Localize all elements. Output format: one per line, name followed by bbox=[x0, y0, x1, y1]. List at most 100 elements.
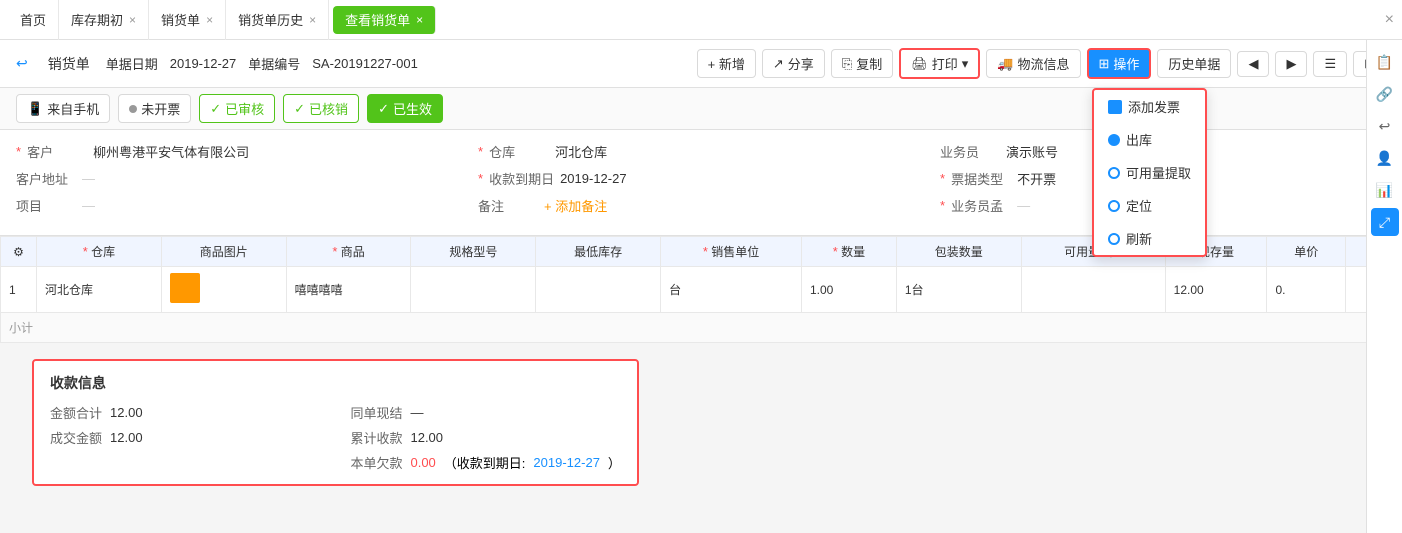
close-tab-sales-history[interactable]: × bbox=[309, 13, 316, 27]
tab-inventory-init[interactable]: 库存期初 × bbox=[59, 0, 149, 40]
col-sales-unit: * 销售单位 bbox=[661, 237, 802, 267]
audited-btn[interactable]: ✓ 已审核 bbox=[199, 94, 275, 123]
date-label: 单据日期 bbox=[106, 54, 158, 73]
row-no: 1 bbox=[1, 267, 37, 313]
no-label: 单据编号 bbox=[248, 54, 300, 73]
subtotal-label: 小计 bbox=[1, 313, 1402, 343]
col-pack-qty: 包装数量 bbox=[896, 237, 1021, 267]
salesperson-required: * bbox=[940, 198, 945, 213]
due-label: 本单欠款 bbox=[350, 453, 402, 472]
dropdown-avail-extract[interactable]: 可用量提取 bbox=[1094, 156, 1205, 189]
copy-button[interactable]: ⎘ 复制 bbox=[831, 49, 893, 78]
payment-date-value[interactable]: 2019-12-27 bbox=[560, 171, 627, 186]
sidebar-icon-2[interactable]: 🔗 bbox=[1371, 80, 1399, 108]
payment-date-field: * 收款到期日 2019-12-27 bbox=[478, 169, 924, 188]
settle-value: — bbox=[410, 405, 423, 420]
doc-header: ↩ 销货单 单据日期 2019-12-27 单据编号 SA-20191227-0… bbox=[0, 40, 1402, 88]
share-button[interactable]: ↗ 分享 bbox=[762, 49, 825, 78]
col-gear[interactable]: ⚙ bbox=[1, 237, 37, 267]
row-pack-qty: 1台 bbox=[896, 267, 1021, 313]
add-remark-btn[interactable]: + 添加备注 bbox=[544, 196, 607, 215]
deal-item: 成交金额 12.00 bbox=[50, 428, 320, 447]
sidebar-icon-1[interactable]: 📋 bbox=[1371, 48, 1399, 76]
row-unit: 台 bbox=[661, 267, 802, 313]
summary-title: 收款信息 bbox=[50, 373, 621, 393]
payment-date-label: 收款到期日 bbox=[489, 169, 554, 188]
table-row: 1 河北仓库 嘻嘻嘻嘻 台 1.00 1台 12.00 0. bbox=[1, 267, 1402, 313]
due-date: 2019-12-27 bbox=[533, 455, 600, 470]
effective-btn[interactable]: ✓ 已生效 bbox=[367, 94, 443, 123]
logistics-button[interactable]: 🚚 物流信息 bbox=[986, 49, 1080, 78]
operator-value: 演示账号 bbox=[1006, 142, 1058, 161]
doc-title: 销货单 bbox=[48, 54, 90, 74]
col-min-stock: 最低库存 bbox=[536, 237, 661, 267]
not-invoiced-label: 未开票 bbox=[141, 99, 180, 118]
right-sidebar: 📋 🔗 ↩ 👤 📊 ⤢ bbox=[1366, 40, 1402, 533]
doc-title-row: ↩ 销货单 单据日期 2019-12-27 单据编号 SA-20191227-0… bbox=[16, 54, 422, 74]
nav-prev[interactable]: ◀ bbox=[1237, 51, 1269, 77]
operator-label: 业务员 bbox=[940, 142, 1000, 161]
customer-value[interactable]: 柳州粤港平安气体有限公司 bbox=[93, 142, 249, 161]
operate-button[interactable]: ⊞ 操作 bbox=[1087, 48, 1152, 79]
customer-label: 客户 bbox=[27, 142, 87, 161]
from-phone-btn[interactable]: 📱 来自手机 bbox=[16, 94, 110, 123]
operate-label: 操作 bbox=[1113, 54, 1139, 73]
row-warehouse: 河北仓库 bbox=[37, 267, 162, 313]
nav-next[interactable]: ▶ bbox=[1275, 51, 1307, 77]
row-qty[interactable]: 1.00 bbox=[801, 267, 896, 313]
global-close-button[interactable]: × bbox=[1385, 11, 1394, 29]
tab-view-sales-order[interactable]: 查看销货单 × bbox=[333, 6, 436, 34]
sidebar-icon-5[interactable]: 📊 bbox=[1371, 176, 1399, 204]
cumulative-label: 累计收款 bbox=[350, 428, 402, 447]
written-off-btn[interactable]: ✓ 已核销 bbox=[283, 94, 359, 123]
from-phone-label: 来自手机 bbox=[47, 99, 99, 118]
logistics-icon: 🚚 bbox=[997, 56, 1013, 72]
customer-required: * bbox=[16, 144, 21, 159]
written-off-label: 已核销 bbox=[309, 99, 348, 118]
total-value: 12.00 bbox=[110, 405, 143, 420]
dummy-item bbox=[50, 453, 320, 472]
share-label: 分享 bbox=[788, 54, 814, 73]
cumulative-value: 12.00 bbox=[410, 430, 443, 445]
sidebar-icon-expand[interactable]: ⤢ bbox=[1371, 208, 1399, 236]
print-button[interactable]: 🖨 打印 ▾ bbox=[899, 48, 980, 79]
remark-field: 备注 + 添加备注 bbox=[478, 196, 924, 215]
history-button[interactable]: 历史单据 bbox=[1157, 49, 1231, 78]
dropdown-locate[interactable]: 定位 bbox=[1094, 189, 1205, 222]
dropdown-refresh[interactable]: 刷新 bbox=[1094, 222, 1205, 255]
layout-btn-1[interactable]: ☰ bbox=[1313, 51, 1347, 77]
tab-sales-order[interactable]: 销货单 × bbox=[149, 0, 226, 40]
close-tab-view-sales-order[interactable]: × bbox=[416, 13, 423, 27]
tab-home[interactable]: 首页 bbox=[8, 0, 59, 40]
print-icon: 🖨 bbox=[911, 56, 928, 72]
dropdown-outbound[interactable]: 出库 bbox=[1094, 123, 1205, 156]
warehouse-label: 仓库 bbox=[489, 142, 549, 161]
sidebar-icon-4[interactable]: 👤 bbox=[1371, 144, 1399, 172]
col-price: 单价 bbox=[1267, 237, 1346, 267]
summary-box: 收款信息 金额合计 12.00 同单现结 — 成交金额 12.00 累计收款 1… bbox=[32, 359, 639, 486]
new-button[interactable]: + 新增 bbox=[697, 49, 756, 78]
tab-sales-history-label: 销货单历史 bbox=[238, 10, 303, 29]
date-value: 2019-12-27 bbox=[170, 56, 237, 71]
col-qty: * 数量 bbox=[801, 237, 896, 267]
settle-label: 同单现结 bbox=[350, 403, 402, 422]
address-field: 客户地址 — bbox=[16, 169, 462, 188]
customer-field: * 客户 柳州粤港平安气体有限公司 bbox=[16, 142, 462, 161]
col-required-warehouse: * 仓库 bbox=[37, 237, 162, 267]
row-current-qty: 12.00 bbox=[1165, 267, 1267, 313]
warehouse-value[interactable]: 河北仓库 bbox=[555, 142, 607, 161]
dropdown-add-invoice[interactable]: 添加发票 bbox=[1094, 90, 1205, 123]
add-invoice-label: 添加发票 bbox=[1128, 97, 1180, 116]
not-invoiced-btn[interactable]: 未开票 bbox=[118, 94, 191, 123]
row-product[interactable]: 嘻嘻嘻嘻 bbox=[286, 267, 411, 313]
summary-grid: 金额合计 12.00 同单现结 — 成交金额 12.00 累计收款 12.00 bbox=[50, 403, 621, 472]
address-label: 客户地址 bbox=[16, 169, 76, 188]
address-value: — bbox=[82, 171, 95, 186]
sidebar-icon-3[interactable]: ↩ bbox=[1371, 112, 1399, 140]
due-value: 0.00 bbox=[410, 455, 435, 470]
close-tab-inventory-init[interactable]: × bbox=[129, 13, 136, 27]
close-tab-sales-order[interactable]: × bbox=[206, 13, 213, 27]
tab-view-sales-order-label: 查看销货单 bbox=[345, 10, 410, 29]
ticket-type-label: 票据类型 bbox=[951, 169, 1011, 188]
tab-sales-history[interactable]: 销货单历史 × bbox=[226, 0, 329, 40]
